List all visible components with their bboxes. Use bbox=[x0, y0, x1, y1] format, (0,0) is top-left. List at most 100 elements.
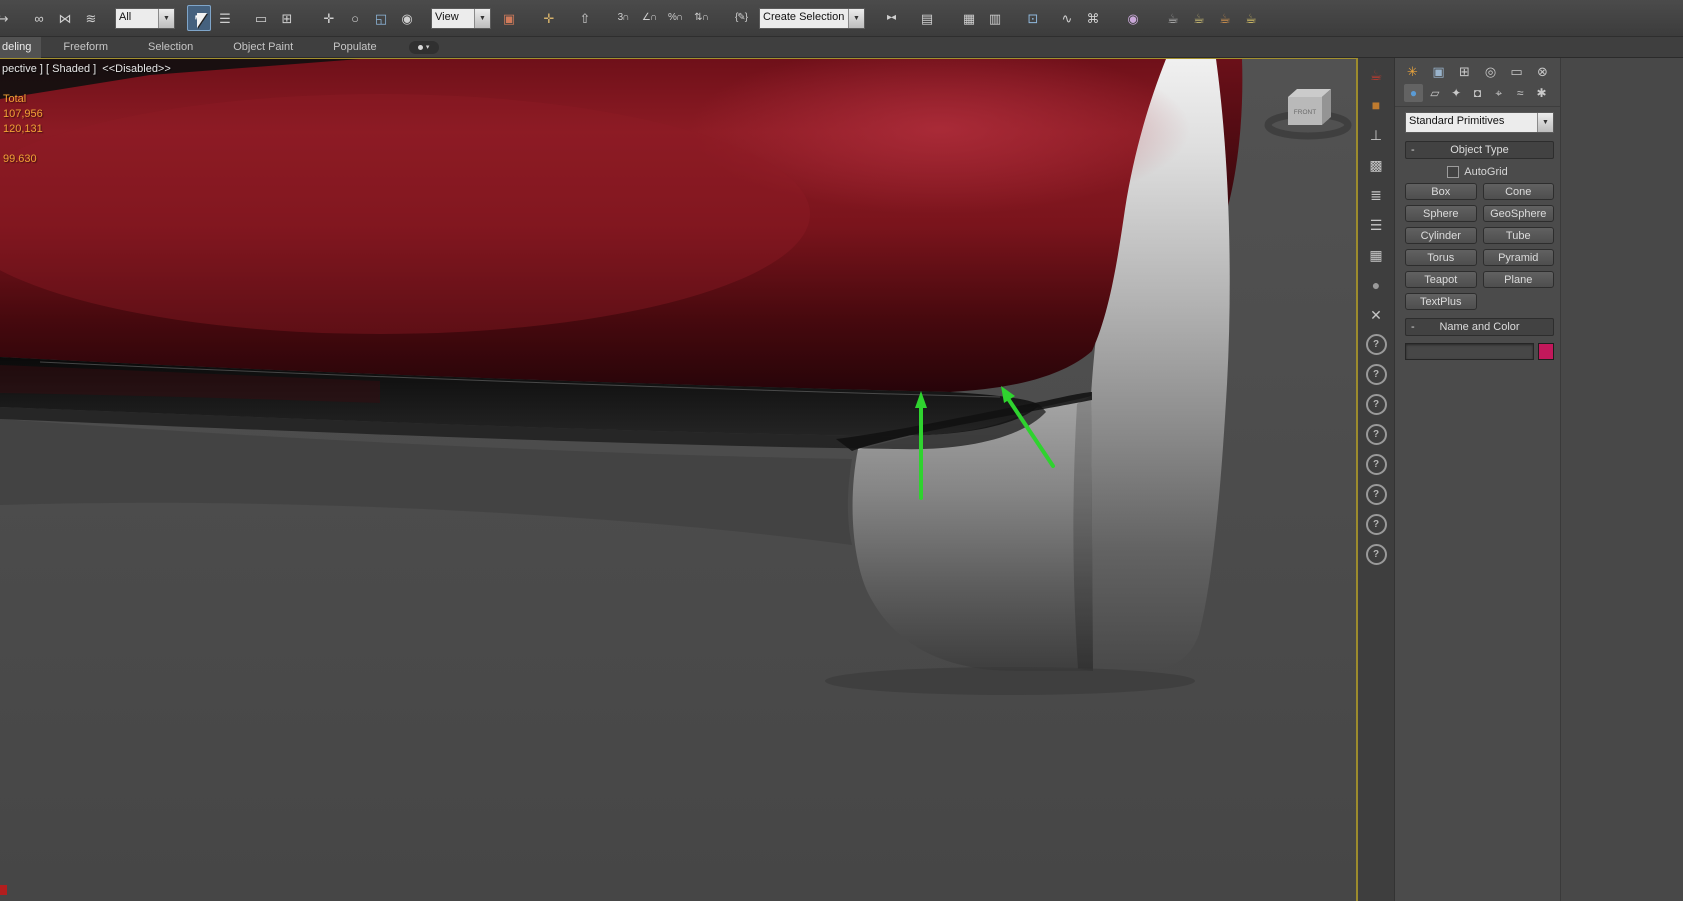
tab-motion-icon[interactable]: ◎ bbox=[1480, 62, 1501, 81]
create-categories: ● ▱ ✦ ◘ ⌖ ≈ ✱ bbox=[1395, 82, 1560, 107]
help-icon[interactable]: ? bbox=[1365, 424, 1387, 445]
select-and-manipulate-icon[interactable]: ✛ bbox=[537, 5, 561, 31]
clipped-toolbar-icon[interactable]: ↪ bbox=[0, 5, 15, 31]
ribbon-toggle-icon[interactable]: ⊡ bbox=[1021, 5, 1045, 31]
tab-hierarchy-icon[interactable]: ⊞ bbox=[1454, 62, 1475, 81]
primitive-teapot-button[interactable]: Teapot bbox=[1405, 271, 1477, 288]
ribbon-tab-selection[interactable]: Selection bbox=[140, 37, 201, 58]
keyboard-shortcut-override-icon[interactable]: ⇧ bbox=[573, 5, 597, 31]
ribbon-minimize-button[interactable]: ▾ bbox=[408, 40, 439, 54]
spinner-snap-icon[interactable]: ⇅∩ bbox=[689, 5, 713, 31]
category-systems-icon[interactable]: ✱ bbox=[1532, 84, 1551, 102]
tab-display-icon[interactable]: ▭ bbox=[1506, 62, 1527, 81]
primitive-pyramid-button[interactable]: Pyramid bbox=[1482, 249, 1554, 266]
render-flyout-icon[interactable]: ☕ bbox=[1239, 5, 1263, 31]
name-and-color-row bbox=[1405, 343, 1554, 360]
teapot-icon[interactable]: ☕ bbox=[1364, 64, 1388, 85]
name-and-color-rollout-header[interactable]: - Name and Color bbox=[1405, 318, 1554, 336]
snaps-toggle-icon[interactable]: 3∩ bbox=[611, 5, 635, 31]
bind-to-space-warp-icon[interactable]: ≋ bbox=[79, 5, 103, 31]
autogrid-checkbox[interactable] bbox=[1447, 165, 1460, 178]
help-icon[interactable]: ? bbox=[1365, 544, 1387, 565]
standard-primitives-dropdown[interactable]: Standard Primitives ▼ bbox=[1405, 112, 1554, 133]
category-space-warps-icon[interactable]: ≈ bbox=[1511, 84, 1530, 102]
help-icon[interactable]: ? bbox=[1365, 364, 1387, 385]
tab-create-icon[interactable]: ✳ bbox=[1402, 62, 1423, 81]
primitive-box-button[interactable]: Box bbox=[1405, 183, 1477, 200]
help-icon[interactable]: ? bbox=[1365, 454, 1387, 475]
align-icon[interactable]: ▤ bbox=[915, 5, 939, 31]
select-and-rotate-icon[interactable]: ○ bbox=[343, 5, 367, 31]
category-helpers-icon[interactable]: ⌖ bbox=[1489, 84, 1508, 102]
ribbon-tab-object-paint[interactable]: Object Paint bbox=[225, 37, 301, 58]
window-crossing-icon[interactable]: ⊞ bbox=[275, 5, 299, 31]
unlink-selection-icon[interactable]: ⋈ bbox=[53, 5, 77, 31]
help-icon[interactable]: ? bbox=[1365, 334, 1387, 355]
viewport-3d-scene[interactable]: FRONT bbox=[0, 59, 1356, 901]
render-production-icon[interactable]: ☕ bbox=[1213, 5, 1237, 31]
dropdown-arrow-icon[interactable]: ▼ bbox=[848, 8, 864, 28]
box-icon[interactable]: ■ bbox=[1364, 94, 1388, 115]
render-setup-icon[interactable]: ☕ bbox=[1161, 5, 1185, 31]
dropdown-arrow-icon[interactable]: ▼ bbox=[474, 8, 490, 28]
ribbon-tab-freeform[interactable]: Freeform bbox=[55, 37, 116, 58]
layer-manager-icon[interactable]: ▦ bbox=[957, 5, 981, 31]
tab-modify-icon[interactable]: ▣ bbox=[1428, 62, 1449, 81]
object-color-swatch[interactable] bbox=[1538, 343, 1554, 360]
primitive-geosphere-button[interactable]: GeoSphere bbox=[1482, 205, 1554, 222]
select-and-scale-icon[interactable]: ◱ bbox=[369, 5, 393, 31]
viewport-label[interactable]: pective ] [ Shaded ] <<Disabled>> bbox=[2, 63, 171, 75]
brick-icon[interactable]: ▦ bbox=[1364, 244, 1388, 265]
ribbon-tab-modeling[interactable]: deling bbox=[0, 36, 42, 58]
category-cameras-icon[interactable]: ◘ bbox=[1468, 84, 1487, 102]
stack-icon[interactable]: ≣ bbox=[1364, 184, 1388, 205]
reference-coordinate-dropdown[interactable]: View ▼ bbox=[431, 7, 491, 29]
rectangular-selection-region-icon[interactable]: ▭ bbox=[249, 5, 273, 31]
dropdown-arrow-icon[interactable]: ▼ bbox=[1537, 113, 1553, 132]
rendered-frame-window-icon[interactable]: ☕ bbox=[1187, 5, 1211, 31]
edit-named-selection-sets-icon[interactable]: {✎} bbox=[729, 5, 753, 31]
checker-icon[interactable]: ▩ bbox=[1364, 154, 1388, 175]
tab-utilities-icon[interactable]: ⊗ bbox=[1532, 62, 1553, 81]
primitive-cylinder-button[interactable]: Cylinder bbox=[1405, 227, 1477, 244]
primitive-tube-button[interactable]: Tube bbox=[1482, 227, 1554, 244]
collapse-icon: - bbox=[1411, 144, 1415, 156]
help-icon[interactable]: ? bbox=[1365, 484, 1387, 505]
stats-line: 99.630 bbox=[3, 153, 37, 165]
ribbon-tab-populate[interactable]: Populate bbox=[325, 37, 384, 58]
scene-explorer-icon[interactable]: ▥ bbox=[983, 5, 1007, 31]
selection-filter-dropdown[interactable]: All ▼ bbox=[115, 7, 175, 29]
primitive-cone-button[interactable]: Cone bbox=[1482, 183, 1554, 200]
category-lights-icon[interactable]: ✦ bbox=[1447, 84, 1466, 102]
select-and-move-icon[interactable]: ✛ bbox=[317, 5, 341, 31]
percent-snap-icon[interactable]: %∩ bbox=[663, 5, 687, 31]
object-name-input[interactable] bbox=[1405, 343, 1534, 360]
select-and-link-icon[interactable]: ∞ bbox=[27, 5, 51, 31]
primitive-torus-button[interactable]: Torus bbox=[1405, 249, 1477, 266]
select-and-place-icon[interactable]: ◉ bbox=[395, 5, 419, 31]
primitive-plane-button[interactable]: Plane bbox=[1482, 271, 1554, 288]
schematic-view-icon[interactable]: ⌘ bbox=[1081, 5, 1105, 31]
list-icon[interactable]: ☰ bbox=[1364, 214, 1388, 235]
dropdown-arrow-icon[interactable]: ▼ bbox=[158, 8, 174, 28]
mirror-icon[interactable]: ▸◂ bbox=[879, 5, 903, 31]
clamp-icon[interactable]: ⊥ bbox=[1364, 124, 1388, 145]
category-geometry-icon[interactable]: ● bbox=[1404, 84, 1423, 102]
angle-snap-icon[interactable]: ∠∩ bbox=[637, 5, 661, 31]
curve-editor-icon[interactable]: ∿ bbox=[1055, 5, 1079, 31]
mouse-cursor bbox=[197, 13, 207, 28]
sphere-icon[interactable]: ● bbox=[1364, 274, 1388, 295]
named-selection-sets-dropdown[interactable]: Create Selection Se ▼ bbox=[759, 7, 865, 29]
object-type-rollout-header[interactable]: - Object Type bbox=[1405, 141, 1554, 159]
primitive-sphere-button[interactable]: Sphere bbox=[1405, 205, 1477, 222]
help-icon[interactable]: ? bbox=[1365, 394, 1387, 415]
perspective-viewport[interactable]: FRONT pective ] [ Shaded ] <<Disabled>> … bbox=[0, 58, 1358, 901]
category-shapes-icon[interactable]: ▱ bbox=[1425, 84, 1444, 102]
primitive-textplus-button[interactable]: TextPlus bbox=[1405, 293, 1477, 310]
material-editor-icon[interactable]: ◉ bbox=[1121, 5, 1145, 31]
select-by-name-icon[interactable]: ☰ bbox=[213, 5, 237, 31]
ribbon-pill-icon bbox=[417, 44, 423, 50]
close-icon[interactable]: ✕ bbox=[1364, 304, 1388, 325]
use-pivot-point-center-icon[interactable]: ▣ bbox=[497, 5, 521, 31]
help-icon[interactable]: ? bbox=[1365, 514, 1387, 535]
